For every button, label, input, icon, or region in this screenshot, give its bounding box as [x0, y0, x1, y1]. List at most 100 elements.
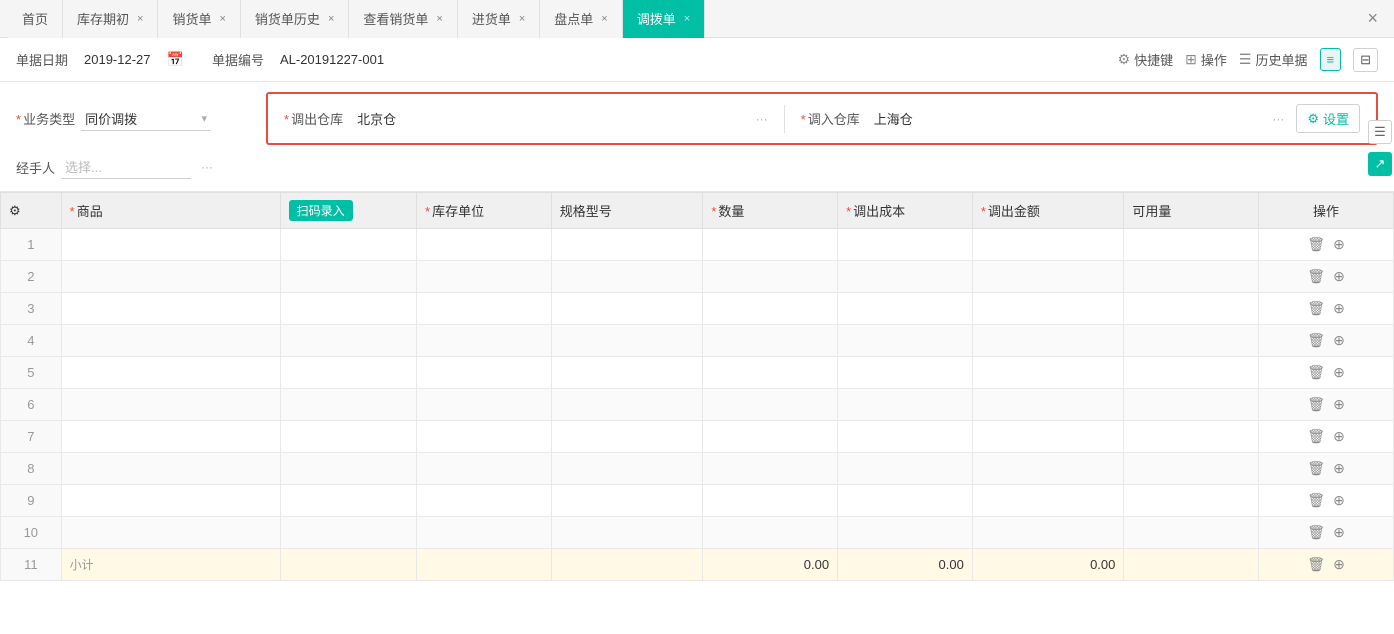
row-copy-icon[interactable]: ⊕ [1333, 492, 1345, 509]
row-qty[interactable] [703, 261, 838, 293]
tab-view-sales-close[interactable]: × [436, 13, 442, 25]
row-amount[interactable] [972, 357, 1124, 389]
row-copy-icon[interactable]: ⊕ [1333, 396, 1345, 413]
tab-view-sales[interactable]: 查看销货单 × [349, 0, 457, 38]
row-cost[interactable] [838, 421, 973, 453]
row-delete-icon[interactable]: 🗑 [1307, 268, 1325, 285]
row-unit[interactable] [417, 453, 552, 485]
row-cost[interactable] [838, 325, 973, 357]
row-cost[interactable] [838, 453, 973, 485]
tab-sales[interactable]: 销货单 × [158, 0, 240, 38]
row-delete-icon[interactable]: 🗑 [1307, 492, 1325, 509]
row-product[interactable] [61, 421, 280, 453]
row-cost[interactable] [838, 517, 973, 549]
row-delete-icon[interactable]: 🗑 [1307, 460, 1325, 477]
operation-button[interactable]: ⊞ 操作 [1185, 50, 1227, 69]
row-amount[interactable] [972, 453, 1124, 485]
row-copy-icon[interactable]: ⊕ [1333, 556, 1345, 573]
row-unit[interactable] [417, 485, 552, 517]
tab-transfer-close[interactable]: × [684, 13, 690, 25]
tab-purchase-close[interactable]: × [519, 13, 525, 25]
row-copy-icon[interactable]: ⊕ [1333, 460, 1345, 477]
row-amount[interactable] [972, 293, 1124, 325]
row-product[interactable] [61, 357, 280, 389]
row-qty[interactable] [703, 421, 838, 453]
row-copy-icon[interactable]: ⊕ [1333, 268, 1345, 285]
row-delete-icon[interactable]: 🗑 [1307, 428, 1325, 445]
tab-transfer[interactable]: 调拨单 × [623, 0, 705, 38]
row-unit[interactable] [417, 325, 552, 357]
row-cost[interactable] [838, 293, 973, 325]
row-qty[interactable] [703, 517, 838, 549]
history-button[interactable]: ☰ 历史单据 [1239, 50, 1308, 69]
tab-sales-close[interactable]: × [219, 13, 225, 25]
row-spec[interactable] [551, 325, 703, 357]
row-copy-icon[interactable]: ⊕ [1333, 236, 1345, 253]
grid-view-button[interactable]: ≡ [1320, 48, 1342, 71]
row-amount[interactable] [972, 229, 1124, 261]
row-copy-icon[interactable]: ⊕ [1333, 300, 1345, 317]
row-qty[interactable] [703, 325, 838, 357]
row-spec[interactable] [551, 517, 703, 549]
row-amount[interactable] [972, 421, 1124, 453]
row-unit[interactable] [417, 389, 552, 421]
operator-more[interactable]: ··· [201, 160, 213, 174]
row-product[interactable] [61, 261, 280, 293]
row-copy-icon[interactable]: ⊕ [1333, 524, 1345, 541]
row-unit[interactable] [417, 357, 552, 389]
scan-button[interactable]: 扫码录入 [289, 200, 353, 221]
row-spec[interactable] [551, 293, 703, 325]
row-product[interactable] [61, 293, 280, 325]
row-delete-icon[interactable]: 🗑 [1307, 524, 1325, 541]
row-cost[interactable] [838, 357, 973, 389]
row-product[interactable] [61, 325, 280, 357]
row-delete-icon[interactable]: 🗑 [1307, 556, 1325, 573]
tab-inventory-init[interactable]: 库存期初 × [63, 0, 158, 38]
row-unit[interactable] [417, 293, 552, 325]
row-copy-icon[interactable]: ⊕ [1333, 364, 1345, 381]
row-amount[interactable] [972, 389, 1124, 421]
tab-home[interactable]: 首页 [8, 0, 63, 38]
tab-inventory-close[interactable]: × [601, 13, 607, 25]
row-delete-icon[interactable]: 🗑 [1307, 332, 1325, 349]
tab-inventory[interactable]: 盘点单 × [540, 0, 622, 38]
row-copy-icon[interactable]: ⊕ [1333, 428, 1345, 445]
row-spec[interactable] [551, 421, 703, 453]
row-qty[interactable] [703, 293, 838, 325]
tab-sales-history-close[interactable]: × [328, 13, 334, 25]
row-delete-icon[interactable]: 🗑 [1307, 236, 1325, 253]
transfer-out-more[interactable]: ··· [756, 112, 768, 126]
row-unit[interactable] [417, 229, 552, 261]
tab-sales-history[interactable]: 销货单历史 × [241, 0, 349, 38]
row-product[interactable] [61, 485, 280, 517]
row-cost[interactable] [838, 261, 973, 293]
business-type-input[interactable]: 同价调拨 ▾ [81, 107, 211, 131]
row-product[interactable] [61, 389, 280, 421]
row-spec[interactable] [551, 261, 703, 293]
row-amount[interactable] [972, 517, 1124, 549]
row-amount[interactable] [972, 485, 1124, 517]
row-qty[interactable] [703, 357, 838, 389]
row-qty[interactable] [703, 229, 838, 261]
row-unit[interactable] [417, 421, 552, 453]
col-gear[interactable]: ⚙ [1, 193, 62, 229]
row-spec[interactable] [551, 485, 703, 517]
list-view-button[interactable]: ⊟ [1353, 48, 1378, 72]
row-amount[interactable] [972, 325, 1124, 357]
tab-inventory-init-close[interactable]: × [137, 13, 143, 25]
row-product[interactable] [61, 229, 280, 261]
shortcut-button[interactable]: ⚙ 快捷键 [1118, 50, 1174, 69]
row-spec[interactable] [551, 229, 703, 261]
row-spec[interactable] [551, 453, 703, 485]
right-panel-expand-btn[interactable]: ↗ [1368, 152, 1392, 176]
row-delete-icon[interactable]: 🗑 [1307, 364, 1325, 381]
row-delete-icon[interactable]: 🗑 [1307, 300, 1325, 317]
row-copy-icon[interactable]: ⊕ [1333, 332, 1345, 349]
row-unit[interactable] [417, 261, 552, 293]
row-cost[interactable] [838, 389, 973, 421]
row-qty[interactable] [703, 485, 838, 517]
tab-purchase[interactable]: 进货单 × [458, 0, 540, 38]
window-close-button[interactable]: × [1359, 8, 1386, 29]
row-cost[interactable] [838, 485, 973, 517]
settings-button[interactable]: ⚙ 设置 [1296, 104, 1360, 133]
